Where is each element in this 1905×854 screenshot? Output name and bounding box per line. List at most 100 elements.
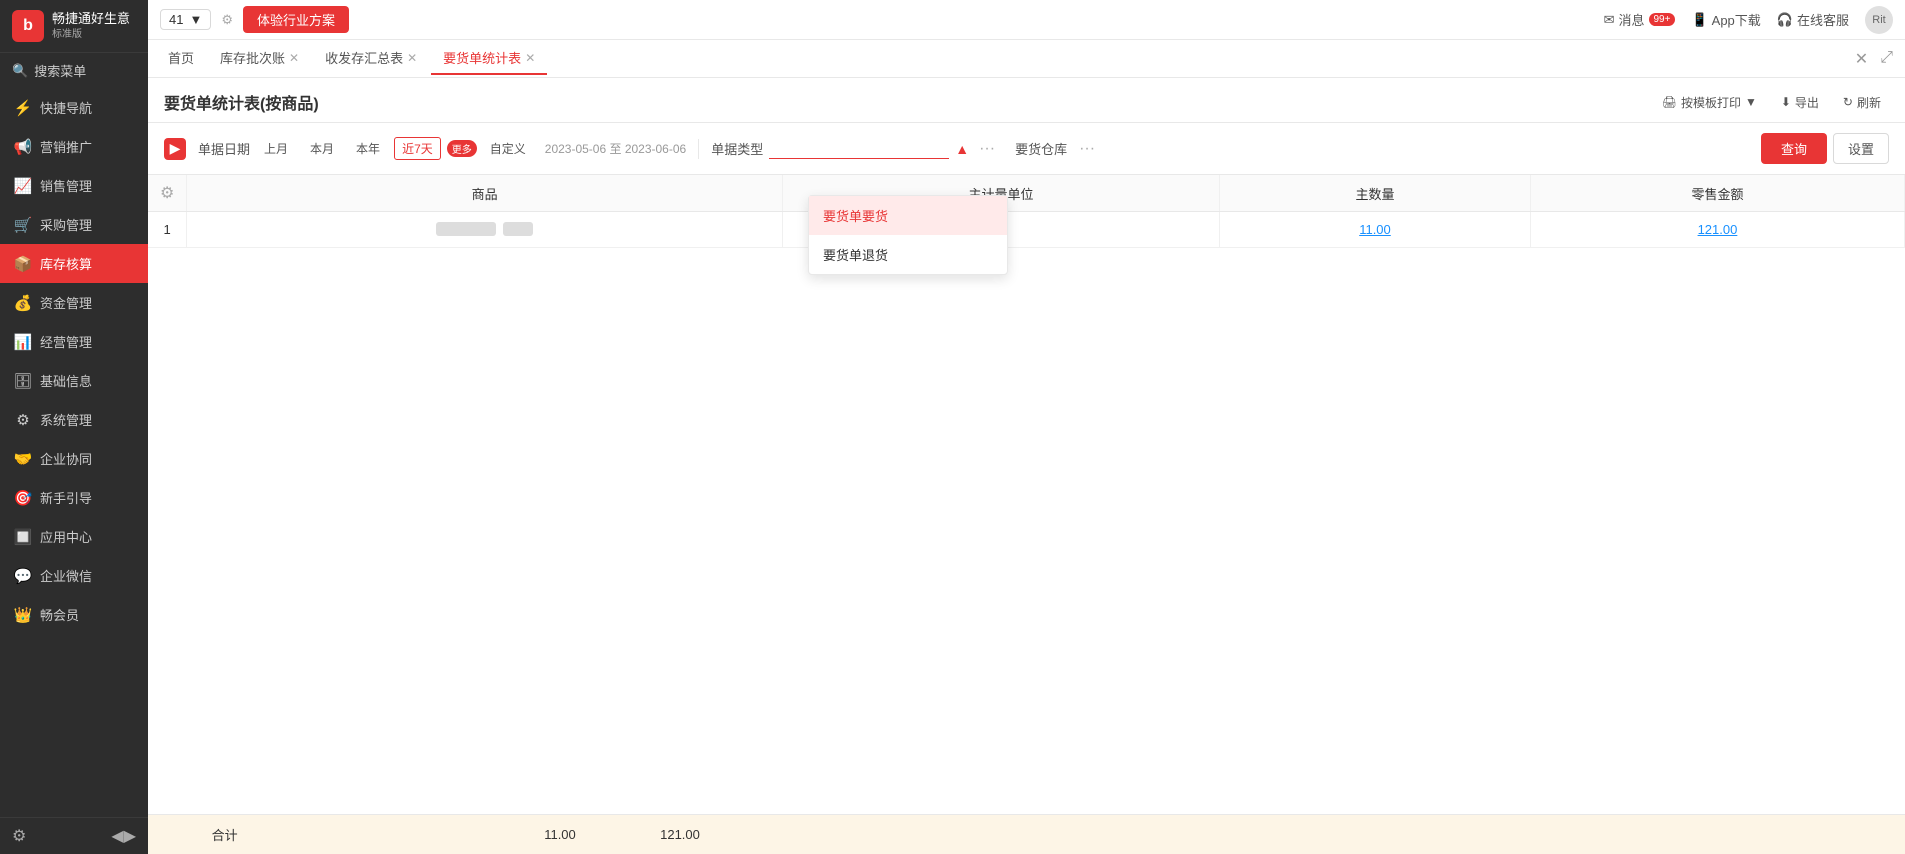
date-range-text: 2023-05-06 至 2023-06-06 <box>545 140 686 157</box>
tab-label: 要货单统计表 <box>443 48 521 67</box>
nav-label: 快捷导航 <box>40 98 92 117</box>
query-btn[interactable]: 查询 <box>1761 133 1827 164</box>
collapse-icon[interactable]: ◀▶ <box>111 826 136 846</box>
sidebar-item-inventory[interactable]: 📦库存核算 <box>0 244 148 283</box>
sidebar-item-corpwx[interactable]: 💬企业微信 <box>0 556 148 595</box>
table-col-product: 商品 <box>187 175 783 212</box>
page-header: 要货单统计表(按商品) 🖨 按模板打印 ▼ ⬇ 导出 ↻ 刷新 <box>148 78 1905 123</box>
date-btn-this-month[interactable]: 本月 <box>302 137 342 160</box>
footer-quantity: 11.00 <box>500 827 620 842</box>
close-all-icon[interactable]: ✕ <box>1851 45 1872 73</box>
nav-label: 系统管理 <box>40 410 92 429</box>
sidebar-item-operation[interactable]: 📊 经营管理 <box>0 322 148 361</box>
table-body: 1 块 11.00 121.00 <box>148 212 1905 248</box>
avatar[interactable]: Rit <box>1865 6 1893 34</box>
voucher-type-dropdown: 要货单要货要货单退货 <box>808 195 1008 275</box>
service-icon: 🎧 <box>1777 12 1793 28</box>
date-btn-7days[interactable]: 近7天 <box>394 137 441 160</box>
sidebar-item-member[interactable]: 👑畅会员 <box>0 595 148 634</box>
nav-label: 应用中心 <box>40 527 92 546</box>
sidebar-item-finance[interactable]: 💰资金管理 <box>0 283 148 322</box>
voucher-type-chevron-up-icon[interactable]: ▲ <box>955 141 969 157</box>
sidebar-item-appcenter[interactable]: 🔲应用中心 <box>0 517 148 556</box>
tab-home[interactable]: 首页 <box>156 42 206 75</box>
dropdown-item-requisition_order[interactable]: 要货单要货 <box>809 196 1007 235</box>
tab-inventory_batch[interactable]: 库存批次账 ✕ <box>208 42 311 75</box>
search-icon: 🔍 <box>12 63 28 79</box>
footer-label: 合计 <box>160 825 380 844</box>
sidebar-item-purchase[interactable]: 🛒采购管理 <box>0 205 148 244</box>
dropdown-item-requisition_return[interactable]: 要货单退货 <box>809 235 1007 274</box>
app-download-item[interactable]: 📱 App下载 <box>1691 10 1760 29</box>
date-more-badge[interactable]: 更多 <box>447 140 477 157</box>
table-head: ⚙ 商品 主计量单位 主数量 零售金额 <box>148 175 1905 212</box>
page-actions: 🖨 按模板打印 ▼ ⬇ 导出 ↻ 刷新 <box>1654 91 1889 114</box>
tab-close-inventory_batch[interactable]: ✕ <box>289 51 299 65</box>
topbar-right: ✉ 消息 99+ 📱 App下载 🎧 在线客服 Rit <box>1604 6 1893 34</box>
chevron-down-icon: ▼ <box>189 12 202 27</box>
online-service-item[interactable]: 🎧 在线客服 <box>1777 10 1849 29</box>
sidebar-item-sales[interactable]: 📈销售管理 <box>0 166 148 205</box>
sidebar-logo: b 畅捷通好生意 标准版 <box>0 0 148 53</box>
sidebar: b 畅捷通好生意 标准版 🔍 搜索菜单 ⚡ 快捷导航 📢营销推广📈销售管理🛒采购管理… <box>0 0 148 854</box>
tab-shipment_summary[interactable]: 收发存汇总表 ✕ <box>313 42 429 75</box>
settings-btn[interactable]: 设置 <box>1833 133 1889 164</box>
date-btn-last-month[interactable]: 上月 <box>256 137 296 160</box>
filter-bar: ▶ 单据日期 上月 本月 本年 近7天 更多 自定义 2023-05-06 至 … <box>148 123 1905 175</box>
download-icon: 📱 <box>1691 12 1707 28</box>
filter-expand-btn[interactable]: ▶ <box>164 138 186 160</box>
sidebar-item-guide[interactable]: 🎯新手引导 <box>0 478 148 517</box>
table-settings-icon[interactable]: ⚙ <box>160 185 174 202</box>
operation-icon: 📊 <box>14 333 32 351</box>
table-row: 1 块 11.00 121.00 <box>148 212 1905 248</box>
sidebar-item-marketing[interactable]: 📢营销推广 <box>0 127 148 166</box>
warehouse-label: 要货仓库 <box>1015 139 1067 158</box>
date-filter-group: 单据日期 上月 本月 本年 近7天 更多 自定义 <box>198 137 533 160</box>
data-table: ⚙ 商品 主计量单位 主数量 零售金额 1 块 11.00 121.00 <box>148 175 1905 248</box>
print-icon: 🖨 <box>1662 95 1677 109</box>
filter-divider <box>698 139 699 159</box>
warehouse-dots[interactable]: ··· <box>1079 140 1095 158</box>
table-header-row: ⚙ 商品 主计量单位 主数量 零售金额 <box>148 175 1905 212</box>
nav-label: 经营管理 <box>40 332 92 351</box>
tab-requisition_stat[interactable]: 要货单统计表 ✕ <box>431 42 547 75</box>
sidebar-item-quicknav[interactable]: ⚡ 快捷导航 <box>0 88 148 127</box>
basic-icon: 🗄 <box>14 372 32 390</box>
system-icon: ⚙ <box>14 411 32 429</box>
voucher-type-dots[interactable]: ··· <box>979 140 995 158</box>
messages-badge: 99+ <box>1649 13 1676 26</box>
tab-close-requisition_stat[interactable]: ✕ <box>525 51 535 65</box>
industry-btn[interactable]: 体验行业方案 <box>243 6 349 33</box>
sidebar-footer: ⚙ ◀▶ <box>0 817 148 854</box>
select-value: 41 <box>169 12 183 27</box>
tab-close-shipment_summary[interactable]: ✕ <box>407 51 417 65</box>
topbar-select[interactable]: 41 ▼ <box>160 9 211 30</box>
settings-icon[interactable]: ⚙ <box>12 826 26 846</box>
date-custom-btn[interactable]: 自定义 <box>483 138 533 159</box>
row-quantity: 11.00 <box>1220 212 1531 248</box>
table-col-settings: ⚙ <box>148 175 187 212</box>
gear-icon[interactable]: ⚙ <box>221 12 233 28</box>
maximize-icon[interactable]: ⤢ <box>1876 45 1897 73</box>
messages-item[interactable]: ✉ 消息 99+ <box>1604 10 1676 29</box>
finance-icon: 💰 <box>14 294 32 312</box>
date-btn-this-year[interactable]: 本年 <box>348 137 388 160</box>
refresh-btn[interactable]: ↻ 刷新 <box>1835 91 1889 114</box>
nav-label: 畅会员 <box>40 605 79 624</box>
quicknav-icon: ⚡ <box>14 99 32 117</box>
sidebar-item-basic[interactable]: 🗄 基础信息 <box>0 361 148 400</box>
tab-label: 首页 <box>168 48 194 67</box>
nav-label: 库存核算 <box>40 254 92 273</box>
nav-label: 基础信息 <box>40 371 92 390</box>
print-btn[interactable]: 🖨 按模板打印 ▼ <box>1654 91 1765 114</box>
collab-icon: 🤝 <box>14 450 32 468</box>
voucher-type-filter: 单据类型 ▲ ··· <box>711 139 995 159</box>
nav-label: 采购管理 <box>40 215 92 234</box>
app-logo-icon: b <box>12 10 44 42</box>
sidebar-search[interactable]: 🔍 搜索菜单 <box>0 53 148 88</box>
tabbar: 首页库存批次账 ✕收发存汇总表 ✕要货单统计表 ✕ ✕ ⤢ <box>148 40 1905 78</box>
sidebar-item-system[interactable]: ⚙ 系统管理 <box>0 400 148 439</box>
sidebar-item-collab[interactable]: 🤝企业协同 <box>0 439 148 478</box>
export-btn[interactable]: ⬇ 导出 <box>1773 91 1827 114</box>
voucher-type-input[interactable] <box>769 139 949 159</box>
